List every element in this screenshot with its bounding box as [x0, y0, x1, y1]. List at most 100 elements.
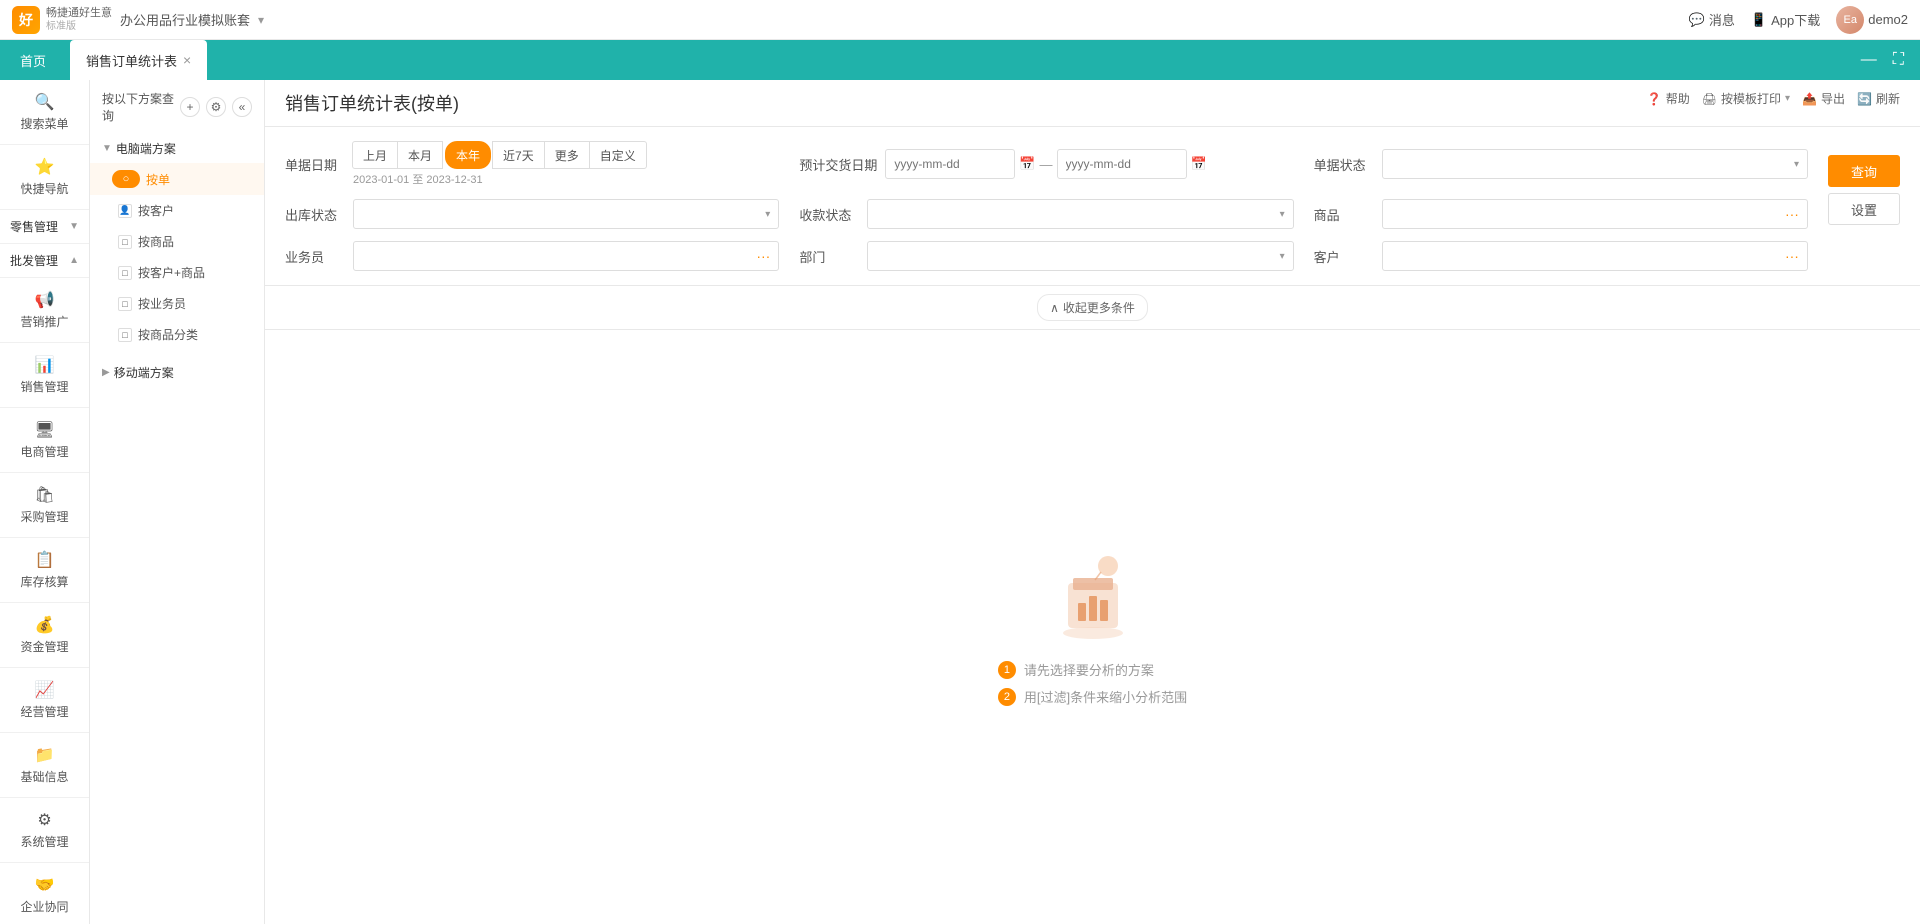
- top-bar-right: 💬 消息 📱 App下载 Ea demo2: [1689, 6, 1908, 34]
- delivery-status-select[interactable]: ▾: [353, 199, 779, 229]
- department-select[interactable]: ▾: [867, 241, 1293, 271]
- date-btn-custom[interactable]: 自定义: [589, 141, 647, 169]
- sidebar-item-search-menu[interactable]: 🔍 搜索菜单: [0, 80, 89, 145]
- scheme-settings-btn[interactable]: ⚙: [206, 97, 226, 117]
- chevron-down-icon: ▼: [102, 143, 112, 154]
- expected-date-group: 📅 — 📅: [885, 149, 1206, 179]
- sidebar-item-enterprise[interactable]: 🤝 企业协同: [0, 863, 89, 924]
- date-filter-group: 上月 本月 本年 近7天 更多 自定义: [353, 141, 647, 169]
- tip-num-1: 1: [998, 661, 1016, 679]
- customer-product-icon: □: [118, 266, 132, 280]
- scheme-item-by-salesperson[interactable]: □ 按业务员: [90, 288, 264, 319]
- tab-bar: 首页 销售订单统计表 × — ⛶: [0, 40, 1920, 80]
- expected-date-label: 预计交货日期: [799, 155, 877, 174]
- category-icon: □: [118, 328, 132, 342]
- sidebar-item-sales[interactable]: 📊 销售管理: [0, 343, 89, 408]
- enterprise-icon: 🤝: [35, 875, 55, 895]
- tab-close-icon[interactable]: ×: [183, 52, 191, 68]
- refresh-btn[interactable]: 🔄 刷新: [1857, 90, 1900, 107]
- sidebar-item-system[interactable]: ⚙ 系统管理: [0, 798, 89, 863]
- filter-col-order-status: 单据状态 ▾: [1314, 149, 1828, 179]
- collapse-btn[interactable]: ∧ 收起更多条件: [1037, 294, 1148, 321]
- calendar-start-icon[interactable]: 📅: [1019, 156, 1035, 172]
- product-label: 商品: [1314, 205, 1374, 224]
- active-badge: ○: [112, 170, 140, 188]
- tab-active[interactable]: 销售订单统计表 ×: [70, 40, 207, 80]
- order-status-label: 单据状态: [1314, 155, 1374, 174]
- scheme-item-by-category[interactable]: □ 按商品分类: [90, 319, 264, 350]
- tab-minimize-icon[interactable]: —: [1857, 47, 1881, 73]
- calendar-end-icon[interactable]: 📅: [1191, 156, 1207, 172]
- empty-state: 1 请先选择要分析的方案 2 用[过滤]条件来缩小分析范围: [265, 330, 1920, 924]
- scheme-item-by-product[interactable]: □ 按商品: [90, 226, 264, 257]
- reset-button[interactable]: 设置: [1828, 193, 1900, 225]
- help-btn[interactable]: ❓ 帮助: [1647, 90, 1690, 107]
- top-bar-left: 好 畅捷通好生意 标准版 办公用品行业模拟账套 ▾: [12, 6, 264, 34]
- app-download-btn[interactable]: 📱 App下载: [1751, 10, 1820, 29]
- payment-status-select[interactable]: ▾: [867, 199, 1293, 229]
- customer-icon: 👤: [118, 204, 132, 218]
- tab-maximize-icon[interactable]: ⛶: [1889, 47, 1908, 73]
- finance-icon: 💰: [35, 615, 55, 635]
- page-header: 销售订单统计表(按单) ❓ 帮助 🖨 按模板打印 ▾ 📤 导出: [265, 80, 1920, 127]
- scheme-collapse-btn[interactable]: «: [232, 97, 252, 117]
- user-area[interactable]: Ea demo2: [1836, 6, 1908, 34]
- filter-col-product: 商品 ···: [1314, 199, 1828, 229]
- sales-icon: 📊: [35, 355, 55, 375]
- order-status-select[interactable]: ▾: [1382, 149, 1808, 179]
- sidebar-item-retail[interactable]: 零售管理 ▼: [0, 210, 89, 244]
- print-dropdown-arrow[interactable]: ▾: [1785, 93, 1790, 104]
- chevron-down-icon: ▾: [1280, 209, 1285, 220]
- scheme-item-by-order[interactable]: ○ 按单: [90, 163, 264, 195]
- query-button[interactable]: 查询: [1828, 155, 1900, 187]
- collapse-icon: ∧: [1050, 301, 1059, 315]
- sidebar-item-basic[interactable]: 📁 基础信息: [0, 733, 89, 798]
- scheme-item-by-customer[interactable]: 👤 按客户: [90, 195, 264, 226]
- expected-date-start[interactable]: [885, 149, 1015, 179]
- page-title: 销售订单统计表(按单): [285, 90, 459, 126]
- date-btn-more[interactable]: 更多: [544, 141, 590, 169]
- salesperson-dots-icon[interactable]: ···: [756, 248, 770, 264]
- filter-row-1: 单据日期 上月 本月 本年 近7天 更多 自定义: [285, 141, 1828, 187]
- sidebar-item-ecommerce[interactable]: 🖥 电商管理: [0, 408, 89, 473]
- sidebar-item-inventory[interactable]: 📋 库存核算: [0, 538, 89, 603]
- chevron-down-icon: ▾: [765, 209, 770, 220]
- tab-bar-actions: — ⛶: [1857, 47, 1920, 73]
- empty-tip-2: 2 用[过滤]条件来缩小分析范围: [998, 687, 1187, 706]
- salesperson-icon: □: [118, 297, 132, 311]
- customer-dots-icon[interactable]: ···: [1785, 248, 1799, 264]
- sidebar-item-wholesale[interactable]: 批发管理 ▲: [0, 244, 89, 278]
- tab-home[interactable]: 首页: [0, 40, 66, 80]
- scheme-section-mobile: ▶ 移动端方案: [90, 358, 264, 387]
- page-header-actions: ❓ 帮助 🖨 按模板打印 ▾ 📤 导出 🔄 刷新: [1647, 90, 1900, 117]
- department-label: 部门: [799, 247, 859, 266]
- empty-illustration: [1043, 548, 1143, 648]
- logo-area: 好 畅捷通好生意 标准版: [12, 6, 112, 34]
- export-btn[interactable]: 📤 导出: [1802, 90, 1845, 107]
- print-btn[interactable]: 🖨 按模板打印 ▾: [1702, 90, 1790, 107]
- app-dropdown-icon[interactable]: ▾: [258, 13, 264, 27]
- date-btn-current-month[interactable]: 本月: [397, 141, 443, 169]
- date-btn-7days[interactable]: 近7天: [492, 141, 545, 169]
- sidebar-item-quick-nav[interactable]: ⭐ 快捷导航: [0, 145, 89, 210]
- message-btn[interactable]: 💬 消息: [1689, 10, 1735, 29]
- date-btn-current-year[interactable]: 本年: [445, 141, 491, 169]
- sidebar-item-marketing[interactable]: 📢 营销推广: [0, 278, 89, 343]
- export-icon: 📤: [1802, 92, 1817, 106]
- avatar: Ea: [1836, 6, 1864, 34]
- expected-date-end[interactable]: [1057, 149, 1187, 179]
- scheme-section-desktop-header[interactable]: ▼ 电脑端方案: [90, 134, 264, 163]
- product-icon: □: [118, 235, 132, 249]
- product-dots-icon[interactable]: ···: [1785, 206, 1799, 222]
- action-buttons: 查询 设置: [1828, 141, 1900, 225]
- app-title: 办公用品行业模拟账套: [120, 10, 250, 29]
- date-btn-last-month[interactable]: 上月: [352, 141, 398, 169]
- scheme-add-btn[interactable]: +: [180, 97, 200, 117]
- sidebar-item-purchase[interactable]: 🛍 采购管理: [0, 473, 89, 538]
- scheme-item-by-customer-product[interactable]: □ 按客户+商品: [90, 257, 264, 288]
- sidebar-item-operations[interactable]: 📈 经营管理: [0, 668, 89, 733]
- scheme-section-mobile-header[interactable]: ▶ 移动端方案: [90, 358, 264, 387]
- basic-icon: 📁: [35, 745, 55, 765]
- sidebar-item-finance[interactable]: 💰 资金管理: [0, 603, 89, 668]
- filter-area: 单据日期 上月 本月 本年 近7天 更多 自定义: [265, 127, 1920, 286]
